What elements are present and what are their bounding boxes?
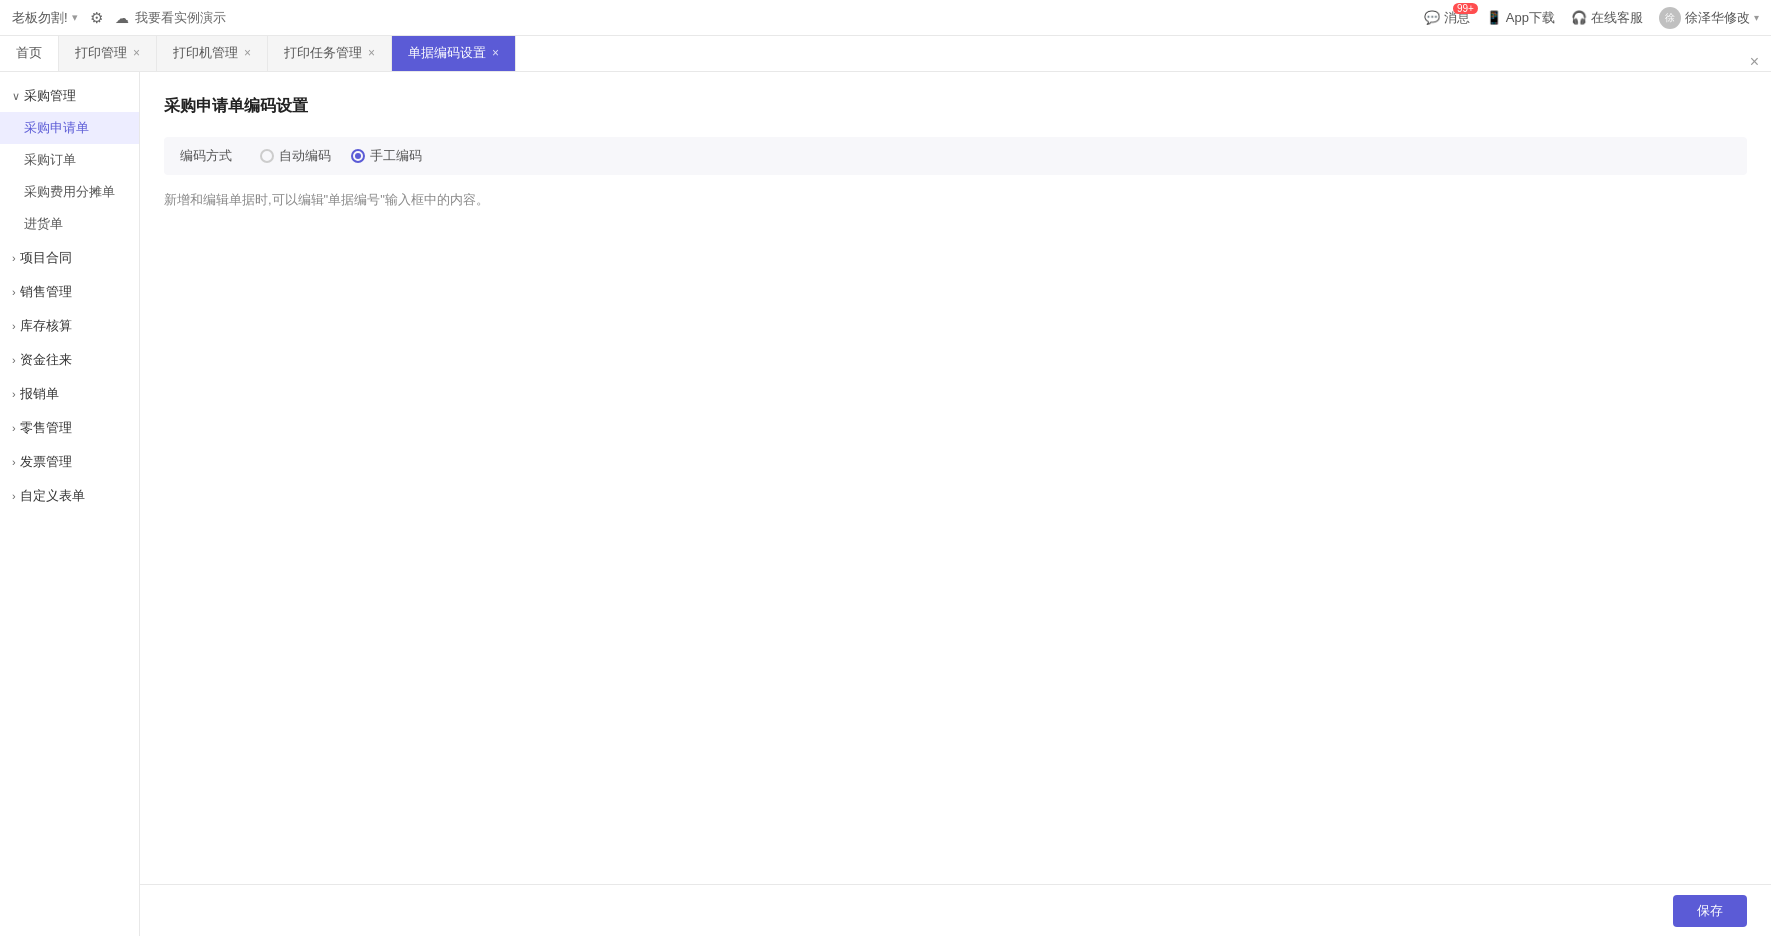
sidebar-group-retail: › 零售管理 (0, 412, 139, 444)
tab-barcode-setting[interactable]: 单据编码设置 × (392, 35, 516, 71)
sidebar-group-retail-title[interactable]: › 零售管理 (0, 412, 139, 444)
sidebar-group-project-contract: › 项目合同 (0, 242, 139, 274)
sidebar-item-purchase-requisition[interactable]: 采购申请单 (0, 112, 139, 144)
radio-manual-option[interactable]: 手工编码 (351, 147, 422, 165)
page-title: 采购申请单编码设置 (164, 96, 1747, 117)
cloud-icon: ☁ (115, 10, 129, 26)
radio-auto-label: 自动编码 (279, 147, 331, 165)
capital-chevron: › (12, 354, 16, 366)
invoice-chevron: › (12, 456, 16, 468)
app-label: App下载 (1506, 9, 1555, 27)
radio-auto-circle (260, 149, 274, 163)
sales-group-label: 销售管理 (20, 283, 72, 301)
invoice-group-label: 发票管理 (20, 453, 72, 471)
sidebar-group-capital: › 资金往来 (0, 344, 139, 376)
tab-print-manage-close[interactable]: × (133, 47, 140, 59)
sidebar-group-inventory: › 库存核算 (0, 310, 139, 342)
tab-print-task-manage-close[interactable]: × (368, 47, 375, 59)
sidebar-item-purchase-expense[interactable]: 采购费用分摊单 (0, 176, 139, 208)
capital-group-label: 资金往来 (20, 351, 72, 369)
radio-auto-option[interactable]: 自动编码 (260, 147, 331, 165)
sidebar-item-purchase-requisition-label: 采购申请单 (24, 120, 89, 135)
radio-manual-circle (351, 149, 365, 163)
dropdown-icon: ▾ (72, 11, 78, 24)
support-icon: 🎧 (1571, 10, 1587, 25)
tab-home[interactable]: 首页 (0, 35, 59, 71)
bottom-bar: 保存 (140, 884, 1771, 936)
coding-method-row: 编码方式 自动编码 手工编码 (164, 137, 1747, 175)
app-download-button[interactable]: 📱 App下载 (1486, 9, 1555, 27)
sidebar-group-returns-title[interactable]: › 报销单 (0, 378, 139, 410)
retail-group-label: 零售管理 (20, 419, 72, 437)
tab-printer-manage-close[interactable]: × (244, 47, 251, 59)
settings-icon[interactable]: ⚙ (90, 9, 103, 27)
main-content: 采购申请单编码设置 编码方式 自动编码 手工编码 新增和编辑单据时,可以编辑"单… (140, 72, 1771, 936)
tab-print-manage-label: 打印管理 (75, 44, 127, 62)
user-chevron: ▾ (1754, 12, 1759, 23)
online-support-button[interactable]: 🎧 在线客服 (1571, 9, 1643, 27)
returns-chevron: › (12, 388, 16, 400)
sidebar-item-stock-in[interactable]: 进货单 (0, 208, 139, 240)
demo-link-text: 我要看实例演示 (135, 9, 226, 27)
sidebar-group-purchase-title[interactable]: ∨ 采购管理 (0, 80, 139, 112)
demo-link[interactable]: ☁ 我要看实例演示 (115, 9, 226, 27)
returns-group-label: 报销单 (20, 385, 59, 403)
sidebar-group-invoice-title[interactable]: › 发票管理 (0, 446, 139, 478)
sidebar-group-project-contract-title[interactable]: › 项目合同 (0, 242, 139, 274)
tab-printer-manage-label: 打印机管理 (173, 44, 238, 62)
custom-chevron: › (12, 490, 16, 502)
sidebar-group-sales-manage: › 销售管理 (0, 276, 139, 308)
tab-print-manage[interactable]: 打印管理 × (59, 35, 157, 71)
support-label: 在线客服 (1591, 9, 1643, 27)
top-bar: 老板勿割! ▾ ⚙ ☁ 我要看实例演示 💬 消息 99+ 📱 App下载 🎧 在… (0, 0, 1771, 36)
sidebar-group-sales-title[interactable]: › 销售管理 (0, 276, 139, 308)
sidebar-group-invoice: › 发票管理 (0, 446, 139, 478)
inventory-chevron: › (12, 320, 16, 332)
tab-bar: 首页 打印管理 × 打印机管理 × 打印任务管理 × 单据编码设置 × × (0, 36, 1771, 72)
save-button[interactable]: 保存 (1673, 895, 1747, 927)
user-menu[interactable]: 徐 徐泽华修改 ▾ (1659, 7, 1759, 29)
username: 徐泽华修改 (1685, 9, 1750, 27)
layout: ∨ 采购管理 采购申请单 采购订单 采购费用分摊单 进货单 › 项目合同 (0, 72, 1771, 936)
sidebar-group-purchase: ∨ 采购管理 采购申请单 采购订单 采购费用分摊单 进货单 (0, 80, 139, 240)
sidebar-group-custom-form: › 自定义表单 (0, 480, 139, 512)
messages-button[interactable]: 💬 消息 99+ (1424, 9, 1470, 27)
inventory-group-label: 库存核算 (20, 317, 72, 335)
tab-home-label: 首页 (16, 44, 42, 62)
radio-manual-label: 手工编码 (370, 147, 422, 165)
logo-dropdown[interactable]: 老板勿割! ▾ (12, 9, 78, 27)
app-icon: 📱 (1486, 10, 1502, 25)
sidebar-group-inventory-title[interactable]: › 库存核算 (0, 310, 139, 342)
sidebar-item-purchase-order-label: 采购订单 (24, 152, 76, 167)
tab-barcode-setting-label: 单据编码设置 (408, 44, 486, 62)
sales-chevron: › (12, 286, 16, 298)
sidebar-group-custom-form-title[interactable]: › 自定义表单 (0, 480, 139, 512)
tab-print-task-manage[interactable]: 打印任务管理 × (268, 35, 392, 71)
sidebar-item-stock-in-label: 进货单 (24, 216, 63, 231)
sidebar-group-capital-title[interactable]: › 资金往来 (0, 344, 139, 376)
message-icon: 💬 (1424, 10, 1440, 25)
tabbar-close-button[interactable]: × (1738, 53, 1771, 71)
message-badge: 99+ (1453, 3, 1478, 14)
project-group-label: 项目合同 (20, 249, 72, 267)
sidebar-item-purchase-order[interactable]: 采购订单 (0, 144, 139, 176)
tab-print-task-manage-label: 打印任务管理 (284, 44, 362, 62)
retail-chevron: › (12, 422, 16, 434)
coding-method-label: 编码方式 (180, 147, 236, 165)
sidebar-group-returns: › 报销单 (0, 378, 139, 410)
sidebar: ∨ 采购管理 采购申请单 采购订单 采购费用分摊单 进货单 › 项目合同 (0, 72, 140, 936)
tab-printer-manage[interactable]: 打印机管理 × (157, 35, 268, 71)
sidebar-item-purchase-expense-label: 采购费用分摊单 (24, 184, 115, 199)
tab-barcode-setting-close[interactable]: × (492, 47, 499, 59)
top-bar-left: 老板勿割! ▾ ⚙ ☁ 我要看实例演示 (12, 9, 226, 27)
hint-text: 新增和编辑单据时,可以编辑"单据编号"输入框中的内容。 (164, 191, 1747, 209)
custom-group-label: 自定义表单 (20, 487, 85, 505)
logo-text: 老板勿割! (12, 9, 68, 27)
top-bar-right: 💬 消息 99+ 📱 App下载 🎧 在线客服 徐 徐泽华修改 ▾ (1424, 7, 1759, 29)
avatar: 徐 (1659, 7, 1681, 29)
purchase-chevron: ∨ (12, 90, 20, 103)
purchase-group-label: 采购管理 (24, 87, 76, 105)
project-chevron: › (12, 252, 16, 264)
